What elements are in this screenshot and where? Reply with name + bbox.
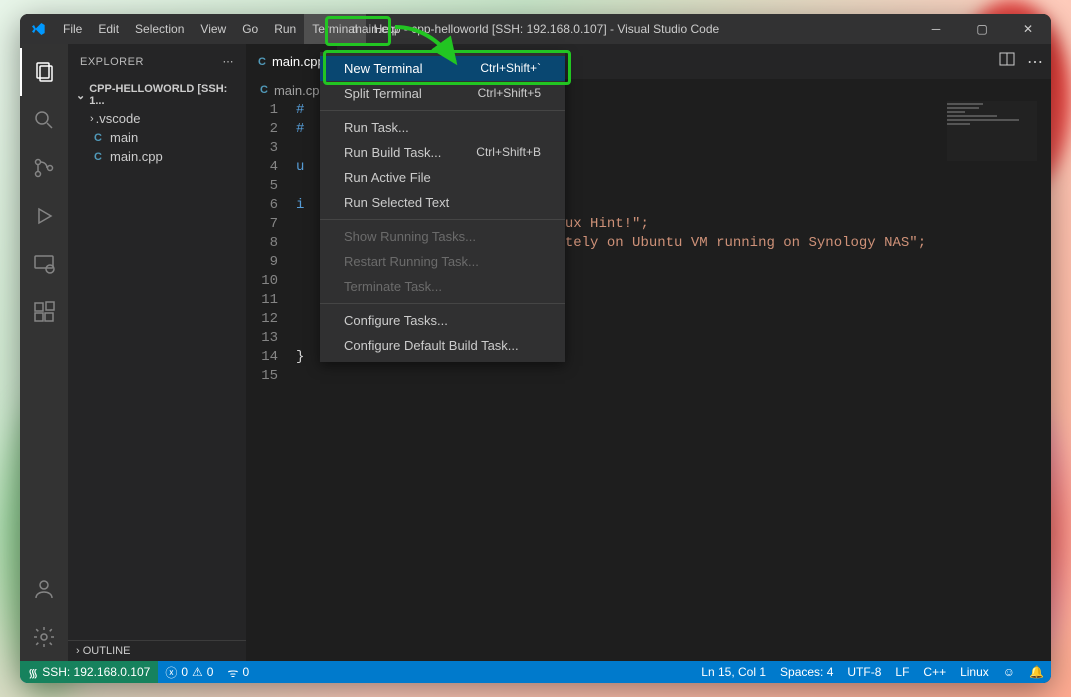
menu-view[interactable]: View bbox=[192, 14, 234, 44]
line-number: 7 bbox=[246, 215, 278, 234]
extensions-icon[interactable] bbox=[20, 288, 68, 336]
vscode-logo-icon bbox=[20, 21, 55, 37]
menu-item-run-task[interactable]: Run Task... bbox=[320, 115, 565, 140]
status-bar: ᯾ SSH: 192.168.0.107 ⓧ0 ⚠0 ᯤ0 Ln 15, Col… bbox=[20, 661, 1051, 683]
menu-item-configure-default-build-task[interactable]: Configure Default Build Task... bbox=[320, 333, 565, 358]
cpp-file-icon: C bbox=[260, 84, 268, 96]
line-number: 3 bbox=[246, 139, 278, 158]
radio-icon: ᯤ bbox=[227, 664, 238, 681]
sidebar-title: EXPLORER bbox=[80, 56, 144, 68]
tree-root-label: CPP-HELLOWORLD [SSH: 1... bbox=[89, 83, 238, 107]
status-bell-icon[interactable]: 🔔 bbox=[1022, 661, 1051, 683]
menu-item-terminate-task: Terminate Task... bbox=[320, 274, 565, 299]
menu-file[interactable]: File bbox=[55, 14, 90, 44]
line-number: 1 bbox=[246, 101, 278, 120]
activity-bar bbox=[20, 44, 68, 661]
sidebar: EXPLORER ⋯ ⌄ CPP-HELLOWORLD [SSH: 1... ›… bbox=[68, 44, 246, 661]
line-number: 9 bbox=[246, 253, 278, 272]
line-number: 15 bbox=[246, 367, 278, 386]
settings-gear-icon[interactable] bbox=[20, 613, 68, 661]
cpp-file-icon: C bbox=[258, 56, 266, 68]
maximize-button[interactable]: ▢ bbox=[959, 14, 1005, 44]
status-ports[interactable]: ᯤ0 bbox=[220, 661, 256, 683]
line-number: 14 bbox=[246, 348, 278, 367]
menu-run[interactable]: Run bbox=[266, 14, 304, 44]
explorer-icon[interactable] bbox=[20, 48, 68, 96]
menu-go[interactable]: Go bbox=[234, 14, 266, 44]
menu-item-new-terminal[interactable]: New TerminalCtrl+Shift+` bbox=[320, 56, 565, 81]
tree-root[interactable]: ⌄ CPP-HELLOWORLD [SSH: 1... bbox=[68, 81, 246, 109]
minimize-button[interactable]: ─ bbox=[913, 14, 959, 44]
line-number: 11 bbox=[246, 291, 278, 310]
line-number: 8 bbox=[246, 234, 278, 253]
line-number: 6 bbox=[246, 196, 278, 215]
line-number: 5 bbox=[246, 177, 278, 196]
line-number: 13 bbox=[246, 329, 278, 348]
breadcrumb-file: main.cpp bbox=[274, 83, 327, 98]
menu-selection[interactable]: Selection bbox=[127, 14, 192, 44]
terminal-menu-dropdown: New TerminalCtrl+Shift+`Split TerminalCt… bbox=[320, 52, 565, 362]
status-spaces[interactable]: Spaces: 4 bbox=[773, 661, 840, 683]
status-feedback-icon[interactable]: ☺ bbox=[996, 661, 1022, 683]
sidebar-more-icon[interactable]: ⋯ bbox=[223, 55, 235, 68]
cpp-file-icon: C bbox=[90, 132, 106, 144]
tree-item[interactable]: Cmain bbox=[68, 128, 246, 147]
menu-item-run-active-file[interactable]: Run Active File bbox=[320, 165, 565, 190]
status-os[interactable]: Linux bbox=[953, 661, 996, 683]
outline-label: OUTLINE bbox=[83, 645, 131, 657]
chevron-down-icon: ⌄ bbox=[76, 89, 85, 102]
titlebar: FileEditSelectionViewGoRunTerminalHelp m… bbox=[20, 14, 1051, 44]
editor-more-icon[interactable]: ⋯ bbox=[1027, 52, 1043, 72]
line-gutter: 123456789101112131415 bbox=[246, 101, 296, 661]
tree-item[interactable]: Cmain.cpp bbox=[68, 147, 246, 166]
warning-icon: ⚠ bbox=[192, 665, 203, 679]
menu-item-configure-tasks[interactable]: Configure Tasks... bbox=[320, 308, 565, 333]
line-number: 10 bbox=[246, 272, 278, 291]
status-eol[interactable]: LF bbox=[888, 661, 916, 683]
menu-item-run-build-task[interactable]: Run Build Task...Ctrl+Shift+B bbox=[320, 140, 565, 165]
window-title: main.cpp - cpp-helloworld [SSH: 192.168.… bbox=[352, 22, 719, 36]
run-debug-icon[interactable] bbox=[20, 192, 68, 240]
status-encoding[interactable]: UTF-8 bbox=[840, 661, 888, 683]
chevron-right-icon: › bbox=[90, 113, 94, 125]
status-problems[interactable]: ⓧ0 ⚠0 bbox=[158, 661, 220, 683]
line-number: 2 bbox=[246, 120, 278, 139]
cpp-file-icon: C bbox=[90, 151, 106, 163]
remote-icon: ᯾ bbox=[28, 664, 38, 681]
menu-edit[interactable]: Edit bbox=[90, 14, 127, 44]
menu-item-show-running-tasks: Show Running Tasks... bbox=[320, 224, 565, 249]
remote-label: SSH: 192.168.0.107 bbox=[42, 665, 150, 679]
sidebar-header: EXPLORER ⋯ bbox=[68, 44, 246, 79]
close-button[interactable]: ✕ bbox=[1005, 14, 1051, 44]
remote-explorer-icon[interactable] bbox=[20, 240, 68, 288]
editor-scrollbar[interactable] bbox=[1037, 101, 1051, 661]
minimap[interactable] bbox=[947, 101, 1037, 161]
menu-item-restart-running-task: Restart Running Task... bbox=[320, 249, 565, 274]
menu-item-split-terminal[interactable]: Split TerminalCtrl+Shift+5 bbox=[320, 81, 565, 106]
chevron-right-icon: › bbox=[76, 645, 80, 657]
menu-item-run-selected-text[interactable]: Run Selected Text bbox=[320, 190, 565, 215]
status-remote[interactable]: ᯾ SSH: 192.168.0.107 bbox=[20, 661, 158, 683]
tree-item[interactable]: ›.vscode bbox=[68, 109, 246, 128]
outline-section[interactable]: › OUTLINE bbox=[68, 640, 246, 661]
error-icon: ⓧ bbox=[165, 664, 177, 681]
split-editor-icon[interactable] bbox=[999, 51, 1015, 72]
source-control-icon[interactable] bbox=[20, 144, 68, 192]
account-icon[interactable] bbox=[20, 565, 68, 613]
line-number: 4 bbox=[246, 158, 278, 177]
tab-label: main.cpp bbox=[272, 54, 325, 69]
code-line bbox=[296, 367, 1051, 386]
status-language[interactable]: C++ bbox=[916, 661, 953, 683]
search-icon[interactable] bbox=[20, 96, 68, 144]
line-number: 12 bbox=[246, 310, 278, 329]
status-cursor[interactable]: Ln 15, Col 1 bbox=[694, 661, 773, 683]
